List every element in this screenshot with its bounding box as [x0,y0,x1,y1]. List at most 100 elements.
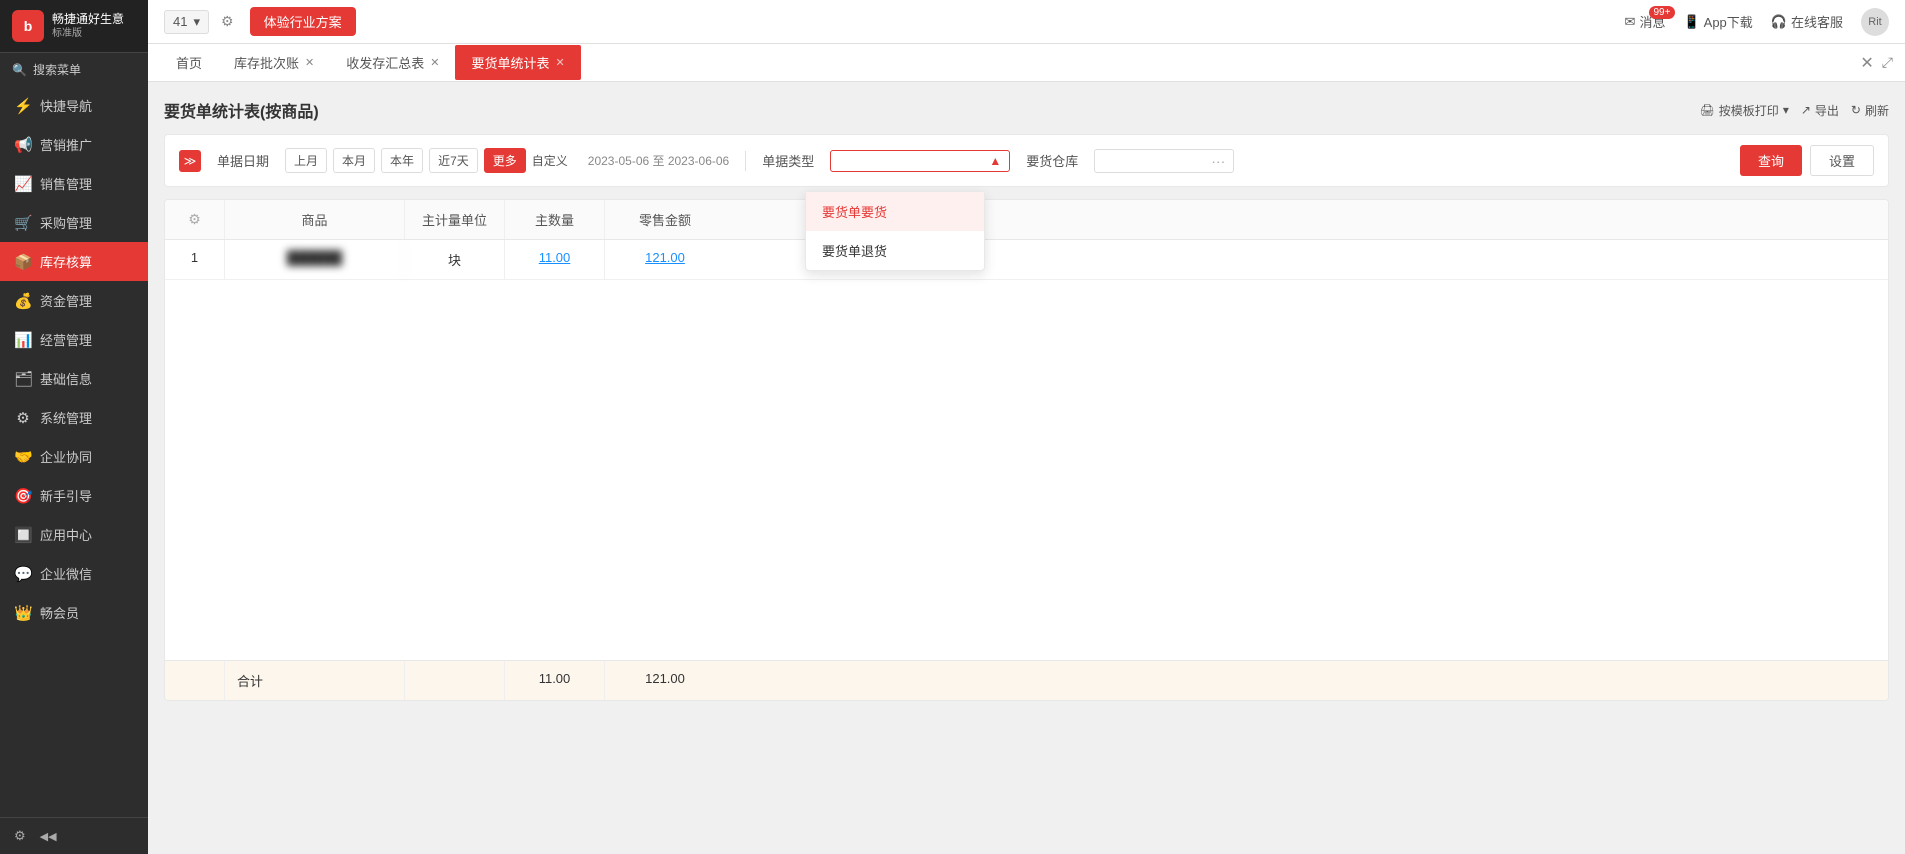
sidebar-item-quick-nav[interactable]: ⚡ 快捷导航 [0,86,148,125]
chevron-down-icon: ▾ [1783,103,1789,117]
collapse-icon[interactable]: ◀◀ [40,830,57,843]
sidebar-item-basic[interactable]: 🗂 基础信息 [0,359,148,398]
type-dropdown-menu: 要货单要货 要货单退货 [805,191,985,271]
dropdown-item-requisition[interactable]: 要货单要货 [806,192,984,231]
col-settings[interactable]: ⚙ [165,200,225,239]
user-avatar[interactable]: Rit [1861,8,1889,36]
query-button[interactable]: 查询 [1740,145,1802,176]
col-amount: 零售金额 [605,200,725,239]
date-last-7[interactable]: 近7天 [429,148,478,173]
sidebar-item-sales[interactable]: 📈 销售管理 [0,164,148,203]
tab-inventory-batch[interactable]: 库存批次账 ✕ [218,45,330,80]
appstore-icon: 🔲 [14,526,32,544]
print-button[interactable]: 🖨 按模板打印 ▾ [1700,102,1789,119]
warehouse-label: 要货仓库 [1026,151,1078,170]
notification-button[interactable]: ✉ 消息 99+ [1625,12,1666,31]
sidebar-item-wechat[interactable]: 💬 企业微信 [0,554,148,593]
close-tab-inventory-batch[interactable]: ✕ [305,56,314,69]
sales-icon: 📈 [14,175,32,193]
tabs-bar: 首页 库存批次账 ✕ 收发存汇总表 ✕ 要货单统计表 ✕ ✕ ⤢ [148,44,1905,82]
content-area: 要货单统计表(按商品) 🖨 按模板打印 ▾ ↗ 导出 ↻ 刷新 [148,82,1905,854]
footer-amount: 121.00 [605,661,725,700]
date-custom[interactable]: 自定义 [532,152,568,169]
footer-quantity: 11.00 [505,661,605,700]
promo-button[interactable]: 体验行业方案 [250,7,356,36]
sidebar-item-appstore[interactable]: 🔲 应用中心 [0,515,148,554]
enterprise-icon: 🤝 [14,448,32,466]
refresh-button[interactable]: ↻ 刷新 [1851,102,1889,119]
cell-unit: 块 [405,240,505,279]
page-title: 要货单统计表(按商品) [164,98,319,122]
service-icon: 🎧 [1771,14,1787,30]
table-row: 1 ██████ 块 11.00 121.00 [165,240,1888,280]
col-quantity: 主数量 [505,200,605,239]
search-menu[interactable]: 🔍 搜索菜单 [0,53,148,86]
topbar: 41 ▾ ⚙ 体验行业方案 ✉ 消息 99+ 📱 App下载 🎧 在线客服 Ri… [148,0,1905,44]
dropdown-item-return[interactable]: 要货单退货 [806,231,984,270]
type-label: 单据类型 [762,151,814,170]
sidebar-item-inventory[interactable]: 📦 库存核算 [0,242,148,281]
export-button[interactable]: ↗ 导出 [1801,102,1839,119]
date-this-month[interactable]: 本月 [333,148,375,173]
footer-unit-empty [405,661,505,700]
app-download-button[interactable]: 📱 App下载 [1683,12,1752,31]
cell-quantity[interactable]: 11.00 [505,240,605,279]
date-last-month[interactable]: 上月 [285,148,327,173]
footer-empty-1 [165,661,225,700]
date-more-badge[interactable]: 更多 [484,148,526,173]
topbar-gear-icon[interactable]: ⚙ [221,13,234,30]
page-titlebar: 要货单统计表(按商品) 🖨 按模板打印 ▾ ↗ 导出 ↻ 刷新 [164,98,1889,122]
wechat-icon: 💬 [14,565,32,583]
expand-tabs-button[interactable]: ⤢ [1882,54,1893,71]
sidebar-nav: ⚡ 快捷导航 📢 营销推广 📈 销售管理 🛒 采购管理 📦 库存核算 💰 资金管… [0,86,148,817]
finance-icon: 💰 [14,292,32,310]
refresh-icon: ↻ [1851,103,1861,117]
sidebar-footer: ⚙ ◀◀ [0,817,148,854]
warehouse-dropdown[interactable]: ··· [1094,149,1234,173]
sidebar-item-system[interactable]: ⚙ 系统管理 [0,398,148,437]
sidebar-item-marketing[interactable]: 📢 营销推广 [0,125,148,164]
table-empty-area [165,280,1888,660]
sidebar-item-finance[interactable]: 💰 资金管理 [0,281,148,320]
online-service-button[interactable]: 🎧 在线客服 [1771,12,1843,31]
type-dropdown[interactable]: ▲ [830,150,1010,172]
guide-icon: 🎯 [14,487,32,505]
search-icon: 🔍 [12,63,27,77]
topbar-right: ✉ 消息 99+ 📱 App下载 🎧 在线客服 Rit [1625,8,1889,36]
member-icon: 👑 [14,604,32,622]
filter-row: ≫ 单据日期 上月 本月 本年 近7天 更多 自定义 2023-05-06 至 … [179,145,1874,176]
chevron-up-icon: ▲ [989,154,1001,168]
export-icon: ↗ [1801,103,1811,117]
main-area: 41 ▾ ⚙ 体验行业方案 ✉ 消息 99+ 📱 App下载 🎧 在线客服 Ri… [148,0,1905,854]
page-actions: 🖨 按模板打印 ▾ ↗ 导出 ↻ 刷新 [1700,102,1889,119]
print-icon: 🖨 [1700,103,1715,117]
purchase-icon: 🛒 [14,214,32,232]
close-tab-requisition-stats[interactable]: ✕ [556,56,565,69]
operations-icon: 📊 [14,331,32,349]
sidebar-item-member[interactable]: 👑 畅会员 [0,593,148,632]
inventory-icon: 📦 [14,253,32,271]
sidebar-item-purchase[interactable]: 🛒 采购管理 [0,203,148,242]
sidebar-item-operations[interactable]: 📊 经营管理 [0,320,148,359]
tab-receivables[interactable]: 收发存汇总表 ✕ [330,45,455,80]
table-header: ⚙ 商品 主计量单位 主数量 零售金额 [165,200,1888,240]
settings-button[interactable]: 设置 [1810,145,1874,176]
tab-selector[interactable]: 41 ▾ [164,10,209,34]
sidebar-item-enterprise[interactable]: 🤝 企业协同 [0,437,148,476]
filter-divider [745,151,746,171]
sidebar-header: b 畅捷通好生意 标准版 [0,0,148,53]
cell-amount[interactable]: 121.00 [605,240,725,279]
tab-requisition-stats[interactable]: 要货单统计表 ✕ [455,45,580,80]
system-icon: ⚙ [14,409,32,427]
filter-toggle-button[interactable]: ≫ [179,150,201,172]
settings-icon[interactable]: ⚙ [14,828,26,844]
close-tab-receivables[interactable]: ✕ [430,56,439,69]
date-this-year[interactable]: 本年 [381,148,423,173]
tabs-right-actions: ✕ ⤢ [1860,53,1893,73]
app-logo: b [12,10,44,42]
tab-home[interactable]: 首页 [160,45,218,80]
cell-index: 1 [165,240,225,279]
sidebar-item-guide[interactable]: 🎯 新手引导 [0,476,148,515]
app-title: 畅捷通好生意 标准版 [52,11,124,42]
close-all-tabs-button[interactable]: ✕ [1860,53,1873,73]
